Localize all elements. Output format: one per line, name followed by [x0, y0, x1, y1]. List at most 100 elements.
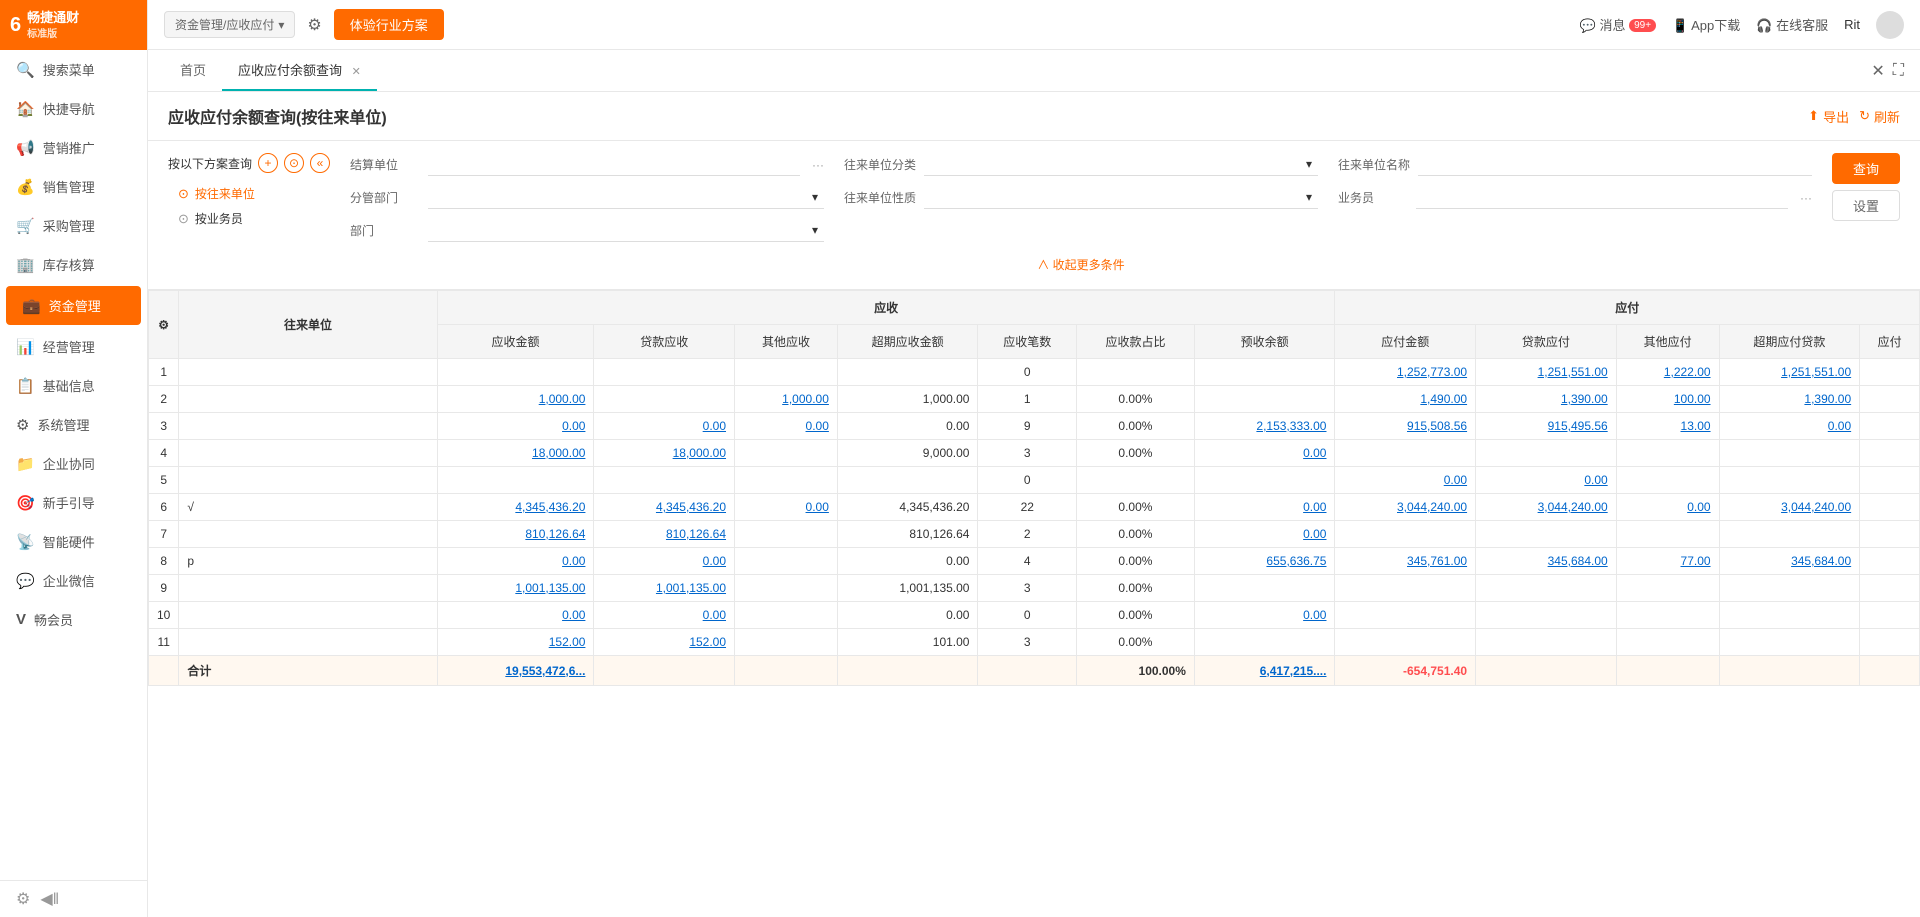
sidebar-item-finance[interactable]: 💼 资金管理	[6, 286, 141, 325]
td-ar-loan[interactable]: 18,000.00	[594, 440, 735, 467]
td-ap-other[interactable]: 1,222.00	[1616, 359, 1719, 386]
td-ap-amt[interactable]: 1,490.00	[1335, 386, 1476, 413]
td-ap-overdue[interactable]: 1,251,551.00	[1719, 359, 1860, 386]
export-button[interactable]: ⬆ 导出	[1808, 107, 1849, 126]
td-ar-other[interactable]: 1,000.00	[735, 386, 838, 413]
dept-select[interactable]: ▾	[428, 186, 824, 209]
td-prepaid[interactable]: 655,636.75	[1194, 548, 1335, 575]
salesperson-input[interactable]	[1416, 186, 1788, 209]
td-ar-loan[interactable]: 0.00	[594, 413, 735, 440]
td-ap-other[interactable]: 0.00	[1616, 494, 1719, 521]
settings-icon[interactable]: ⚙	[16, 889, 30, 909]
sidebar-item-sales[interactable]: 💰 销售管理	[0, 167, 147, 206]
refresh-button[interactable]: ↻ 刷新	[1859, 107, 1900, 126]
salesperson-dots[interactable]: ···	[1800, 191, 1812, 205]
filter-option-unit[interactable]: ⊙ 按往来单位	[168, 181, 330, 206]
edit-scheme-button[interactable]: ⊙	[284, 153, 304, 173]
table-container[interactable]: ⚙ 往来单位 应收 应付 应收金额 贷款应收 其他应收 超期应收金额 应收笔数 …	[148, 290, 1920, 917]
tab-query[interactable]: 应收应付余额查询 ✕	[222, 50, 377, 91]
td-ar-amt[interactable]: 1,000.00	[437, 386, 594, 413]
tab-close-button[interactable]: ✕	[1871, 61, 1884, 81]
td-ap-amt[interactable]: 915,508.56	[1335, 413, 1476, 440]
sidebar-item-management[interactable]: 📊 经营管理	[0, 327, 147, 366]
td-prepaid[interactable]: 0.00	[1194, 602, 1335, 629]
td-ar-loan[interactable]: 4,345,436.20	[594, 494, 735, 521]
td-prepaid[interactable]: 2,153,333.00	[1194, 413, 1335, 440]
query-button[interactable]: 查询	[1832, 153, 1900, 184]
td-ar-amt[interactable]: 810,126.64	[437, 521, 594, 548]
td-ap-other[interactable]: 100.00	[1616, 386, 1719, 413]
td-ar-loan[interactable]: 810,126.64	[594, 521, 735, 548]
td-ap-loan[interactable]: 3,044,240.00	[1476, 494, 1617, 521]
td-ar-amt[interactable]: 1,001,135.00	[437, 575, 594, 602]
sidebar-item-wechat[interactable]: 💬 企业微信	[0, 561, 147, 600]
td-ap-loan[interactable]: 0.00	[1476, 467, 1617, 494]
td-ap-overdue[interactable]: 1,390.00	[1719, 386, 1860, 413]
sidebar-item-hardware[interactable]: 📡 智能硬件	[0, 522, 147, 561]
table-settings-icon[interactable]: ⚙	[158, 318, 169, 332]
td-prepaid[interactable]: 0.00	[1194, 440, 1335, 467]
footer-ar-amt[interactable]: 19,553,472,6...	[437, 656, 594, 686]
td-ap-loan[interactable]: 1,390.00	[1476, 386, 1617, 413]
td-ap-loan[interactable]: 1,251,551.00	[1476, 359, 1617, 386]
td-ar-loan[interactable]: 0.00	[594, 602, 735, 629]
td-ar-amt[interactable]: 0.00	[437, 548, 594, 575]
collapse-scheme-button[interactable]: «	[310, 153, 330, 173]
td-ap-overdue[interactable]: 0.00	[1719, 413, 1860, 440]
td-ap-other[interactable]: 13.00	[1616, 413, 1719, 440]
th-settings[interactable]: ⚙	[149, 291, 179, 359]
td-ap-amt[interactable]: 1,252,773.00	[1335, 359, 1476, 386]
online-service-item[interactable]: 🎧 在线客服	[1756, 15, 1828, 34]
message-item[interactable]: 💬 消息 99+	[1580, 15, 1656, 34]
td-ar-amt[interactable]: 4,345,436.20	[437, 494, 594, 521]
td-ar-other[interactable]: 0.00	[735, 494, 838, 521]
sidebar-item-inventory[interactable]: 🏢 库存核算	[0, 245, 147, 284]
app-download-item[interactable]: 📱 App下载	[1672, 15, 1740, 34]
user-name[interactable]: Rit	[1844, 17, 1860, 32]
sidebar-item-nav[interactable]: 🏠 快捷导航	[0, 89, 147, 128]
settlement-dots[interactable]: ···	[812, 158, 824, 172]
tab-close-icon[interactable]: ✕	[352, 66, 361, 78]
sidebar-item-search[interactable]: 🔍 搜索菜单	[0, 50, 147, 89]
td-ap-loan[interactable]: 915,495.56	[1476, 413, 1617, 440]
td-ap-other[interactable]: 77.00	[1616, 548, 1719, 575]
td-ar-amt[interactable]: 0.00	[437, 602, 594, 629]
td-ar-loan[interactable]: 1,001,135.00	[594, 575, 735, 602]
td-ar-amt[interactable]: 152.00	[437, 629, 594, 656]
avatar[interactable]	[1876, 11, 1904, 39]
td-ap-overdue[interactable]: 345,684.00	[1719, 548, 1860, 575]
td-ar-other[interactable]: 0.00	[735, 413, 838, 440]
td-ar-loan[interactable]: 0.00	[594, 548, 735, 575]
department-select[interactable]: ▾	[428, 219, 824, 242]
sidebar-item-basic[interactable]: 📋 基础信息	[0, 366, 147, 405]
td-prepaid[interactable]: 0.00	[1194, 521, 1335, 548]
td-ap-amt[interactable]: 345,761.00	[1335, 548, 1476, 575]
promo-button[interactable]: 体验行业方案	[334, 9, 444, 40]
sidebar-item-system[interactable]: ⚙ 系统管理	[0, 405, 147, 444]
tab-expand-button[interactable]: ⛶	[1893, 62, 1904, 80]
td-ar-amt[interactable]: 0.00	[437, 413, 594, 440]
sidebar-item-collab[interactable]: 📁 企业协同	[0, 444, 147, 483]
footer-prepaid[interactable]: 6,417,215....	[1194, 656, 1335, 686]
add-scheme-button[interactable]: +	[258, 153, 278, 173]
td-ap-amt[interactable]: 3,044,240.00	[1335, 494, 1476, 521]
sidebar-item-guide[interactable]: 🎯 新手引导	[0, 483, 147, 522]
category-select[interactable]: ▾	[924, 153, 1318, 176]
td-prepaid[interactable]: 0.00	[1194, 494, 1335, 521]
set-button[interactable]: 设置	[1832, 190, 1900, 221]
td-ap-loan[interactable]: 345,684.00	[1476, 548, 1617, 575]
collapse-button[interactable]: ∧ 收起更多条件	[350, 252, 1812, 277]
sidebar-item-marketing[interactable]: 📢 营销推广	[0, 128, 147, 167]
collapse-icon[interactable]: ◀‖	[40, 889, 59, 909]
nature-select[interactable]: ▾	[924, 186, 1318, 209]
sidebar-item-purchase[interactable]: 🛒 采购管理	[0, 206, 147, 245]
gear-icon[interactable]: ⚙	[307, 15, 321, 35]
tab-home[interactable]: 首页	[164, 50, 222, 91]
sidebar-item-member[interactable]: V 畅会员	[0, 600, 147, 639]
td-ap-overdue[interactable]: 3,044,240.00	[1719, 494, 1860, 521]
settlement-input[interactable]	[428, 153, 800, 176]
unit-name-input[interactable]	[1418, 153, 1812, 176]
td-ar-loan[interactable]: 152.00	[594, 629, 735, 656]
td-ar-amt[interactable]: 18,000.00	[437, 440, 594, 467]
td-ap-amt[interactable]: 0.00	[1335, 467, 1476, 494]
